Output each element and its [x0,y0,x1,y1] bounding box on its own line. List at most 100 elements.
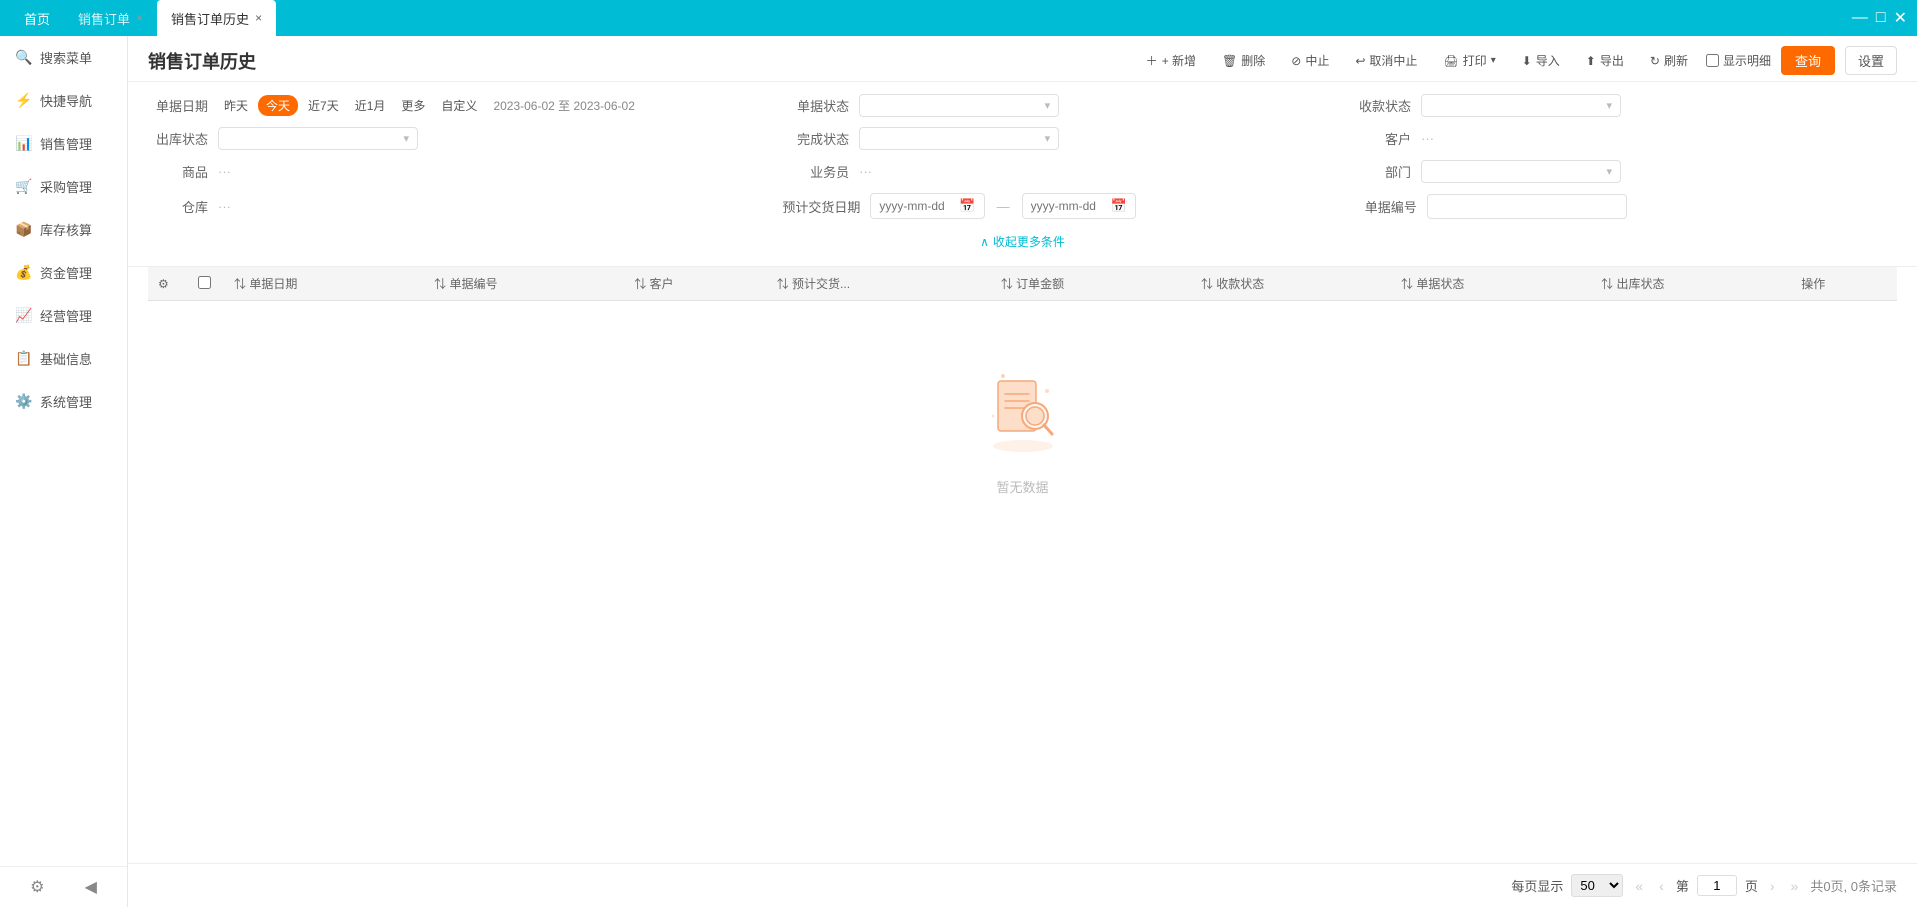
sidebar-item-finance-mgmt-label: 资金管理 [40,263,92,282]
sidebar-item-ops-mgmt-label: 经营管理 [40,306,92,325]
status-select[interactable]: ▾ [859,94,1059,117]
import-button[interactable]: ⬇ 导入 [1514,48,1568,73]
tab-sales-order-history-close[interactable]: × [255,11,262,25]
sidebar-item-sales-mgmt-label: 销售管理 [40,134,92,153]
expected-date-control: 📅 — 📅 [870,193,1340,219]
display-details-checkbox-wrap[interactable]: 显示明细 [1706,52,1771,69]
sidebar-item-quick-nav[interactable]: ⚡ 快捷导航 [0,79,127,122]
stop-button[interactable]: ⊘ 中止 [1283,48,1337,73]
export-button[interactable]: ⬆ 导出 [1578,48,1632,73]
warehouse-control: ··· [218,199,782,214]
th-customer[interactable]: ⇅ 客户 [624,267,766,301]
th-expected-date[interactable]: ⇅ 预计交货... [767,267,991,301]
print-button[interactable]: 🖨 打印 ▾ [1435,48,1503,73]
tab-home-label: 首页 [24,9,50,28]
last-page-button[interactable]: » [1787,876,1803,896]
sidebar-item-inventory[interactable]: 📦 库存核算 [0,208,127,251]
th-amount[interactable]: ⇅ 订单金额 [991,267,1191,301]
query-button[interactable]: 查询 [1781,46,1835,75]
collapse-row[interactable]: ∧ 收起更多条件 [148,229,1897,254]
prev-page-button[interactable]: ‹ [1655,876,1668,896]
new-icon: ＋ [1146,52,1158,69]
export-icon: ⬆ [1586,54,1596,68]
th-receipt-status[interactable]: ⇅ 收款状态 [1191,267,1391,301]
sidebar-item-sys-mgmt-label: 系统管理 [40,392,92,411]
date-today[interactable]: 今天 [258,95,298,116]
date-1month[interactable]: 近1月 [349,95,392,116]
empty-illustration [973,361,1073,461]
warehouse-status-arrow: ▾ [403,132,409,145]
select-all-checkbox[interactable] [198,276,211,289]
sidebar-item-search-menu-label: 搜索菜单 [40,48,92,67]
calendar-end-icon[interactable]: 📅 [1111,198,1127,214]
refresh-button[interactable]: ↻ 刷新 [1642,48,1696,73]
th-settings[interactable]: ⚙ [148,267,188,301]
print-label: 打印 [1463,52,1487,69]
completion-status-label: 完成状态 [789,129,859,148]
sidebar-item-purchase-mgmt[interactable]: 🛒 采购管理 [0,165,127,208]
sidebar-item-finance-mgmt[interactable]: 💰 资金管理 [0,251,127,294]
receipt-status-select[interactable]: ▾ [1421,94,1621,117]
first-page-button[interactable]: « [1631,876,1647,896]
th-date[interactable]: ⇅ 单据日期 [224,267,424,301]
warehouse-status-select[interactable]: ▾ [218,127,418,150]
department-select[interactable]: ▾ [1421,160,1621,183]
expected-date-start-input[interactable] [879,199,959,213]
sidebar-collapse-button[interactable]: ◀ [85,877,97,897]
page-label: 第 [1676,876,1689,895]
cancel-stop-button[interactable]: ↩ 取消中止 [1347,48,1425,73]
display-details-checkbox[interactable] [1706,54,1719,67]
sidebar-item-quick-nav-label: 快捷导航 [40,91,92,110]
th-number[interactable]: ⇅ 单据编号 [424,267,624,301]
th-doc-status[interactable]: ⇅ 单据状态 [1391,267,1591,301]
page-input[interactable] [1697,875,1737,896]
th-warehouse-status[interactable]: ⇅ 出库状态 [1591,267,1791,301]
status-filter-label: 单据状态 [789,96,859,115]
completion-status-select[interactable]: ▾ [859,127,1059,150]
customer-label: 客户 [1351,129,1421,148]
department-control: ▾ [1421,160,1897,183]
quick-nav-icon: ⚡ [16,93,32,109]
new-button[interactable]: ＋ + 新增 [1138,48,1204,73]
warehouse-more-btn[interactable]: ··· [218,199,231,214]
per-page-select[interactable]: 10 20 50 100 [1571,874,1623,897]
sidebar-item-ops-mgmt[interactable]: 📈 经营管理 [0,294,127,337]
doc-number-input[interactable] [1427,194,1627,219]
tab-sales-order-history[interactable]: 销售订单历史 × [157,0,276,36]
delete-button[interactable]: 🗑 删除 [1214,48,1273,73]
close-window-button[interactable]: ✕ [1894,8,1907,28]
calendar-start-icon[interactable]: 📅 [959,198,975,214]
maximize-button[interactable]: □ [1876,9,1886,27]
sidebar-settings-button[interactable]: ⚙ [30,877,44,897]
sidebar-item-sales-mgmt[interactable]: 📊 销售管理 [0,122,127,165]
minimize-button[interactable]: — [1852,9,1868,27]
stop-label: 中止 [1305,52,1329,69]
settings-button[interactable]: 设置 [1845,46,1897,75]
window-controls: — □ ✕ [1852,8,1907,28]
sidebar-item-search-menu[interactable]: 🔍 搜索菜单 [0,36,127,79]
date-yesterday[interactable]: 昨天 [218,95,254,116]
table-header-row: ⚙ ⇅ 单据日期 ⇅ 单据编号 ⇅ 客户 [148,267,1897,301]
sidebar-item-basic-info[interactable]: 📋 基础信息 [0,337,127,380]
sidebar-bottom: ⚙ ◀ [0,866,127,907]
date-7days[interactable]: 近7天 [302,95,345,116]
date-custom[interactable]: 自定义 [435,95,483,116]
sidebar: 🔍 搜索菜单 ⚡ 快捷导航 📊 销售管理 🛒 采购管理 📦 库存核算 💰 资金管… [0,36,128,907]
date-between-dash: — [997,199,1010,214]
date-range-display: 2023-06-02 至 2023-06-02 [493,97,634,114]
tab-sales-order-close[interactable]: × [136,11,143,25]
th-date-label: ⇅ 单据日期 [234,277,297,291]
tab-sales-order[interactable]: 销售订单 × [64,0,157,36]
customer-more-btn[interactable]: ··· [1421,131,1434,146]
expected-date-end-input[interactable] [1031,199,1111,213]
salesperson-more-btn[interactable]: ··· [859,164,872,179]
sidebar-item-sys-mgmt[interactable]: ⚙️ 系统管理 [0,380,127,423]
product-more-btn[interactable]: ··· [218,164,231,179]
doc-number-control [1427,194,1897,219]
top-bar: 首页 销售订单 × 销售订单历史 × — □ ✕ [0,0,1917,36]
date-more[interactable]: 更多 [395,95,431,116]
status-select-arrow: ▾ [1045,99,1051,112]
next-page-button[interactable]: › [1766,876,1779,896]
tab-home[interactable]: 首页 [10,0,64,36]
th-amount-label: ⇅ 订单金额 [1001,277,1064,291]
